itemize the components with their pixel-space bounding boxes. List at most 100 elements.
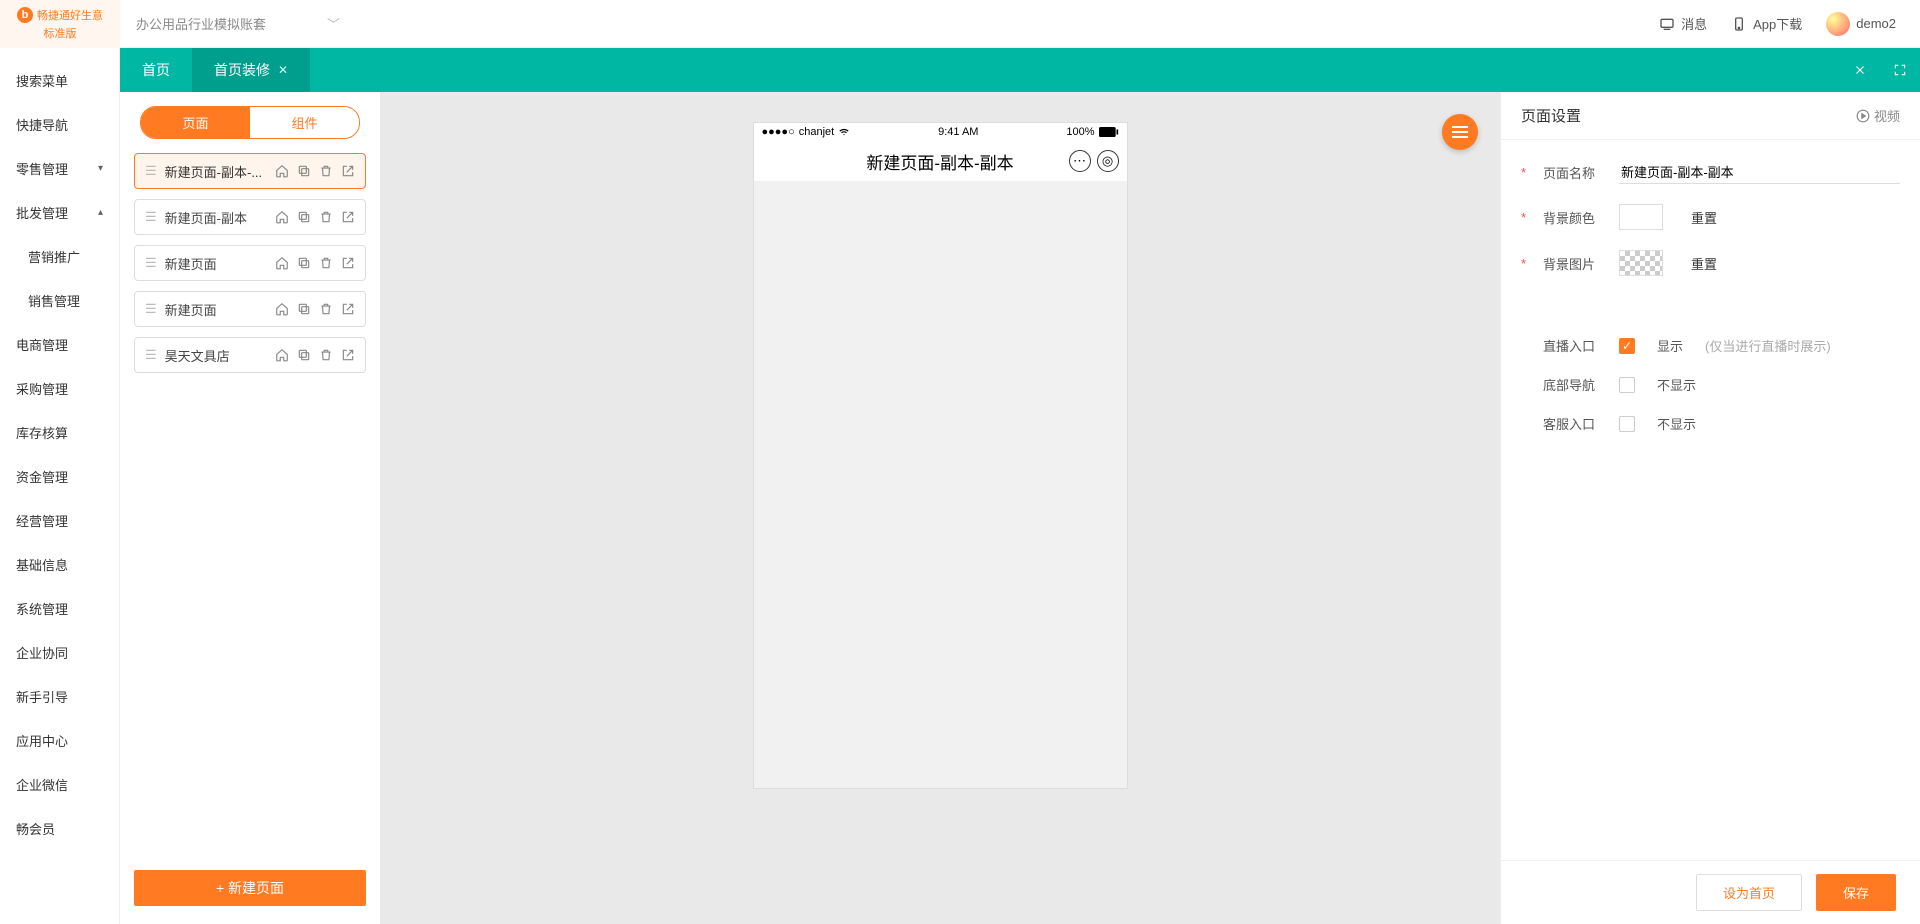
required-mark: * [1521, 165, 1527, 180]
home-icon[interactable] [275, 256, 289, 270]
nav-item-零售管理[interactable]: 零售管理▾ [0, 146, 119, 190]
seg-components[interactable]: 组件 [250, 107, 359, 138]
bg-color-reset[interactable]: 重置 [1691, 208, 1717, 227]
copy-icon[interactable] [297, 348, 311, 362]
field-bottom-nav: * 底部导航 不显示 [1521, 375, 1900, 394]
close-icon[interactable]: ✕ [278, 63, 288, 77]
delete-icon[interactable] [319, 210, 333, 224]
drag-handle-icon[interactable]: ☰ [145, 347, 157, 363]
home-icon[interactable] [275, 210, 289, 224]
share-icon[interactable] [341, 256, 355, 270]
drag-handle-icon[interactable]: ☰ [145, 209, 157, 225]
page-item[interactable]: ☰新建页面-副本 [134, 199, 366, 235]
copy-icon[interactable] [297, 302, 311, 316]
delete-icon[interactable] [319, 256, 333, 270]
nav-item-库存核算[interactable]: 库存核算 [0, 410, 119, 454]
seg-pages[interactable]: 页面 [141, 107, 250, 138]
set-home-button[interactable]: 设为首页 [1696, 874, 1802, 911]
home-icon[interactable] [275, 302, 289, 316]
nav-item-快捷导航[interactable]: 快捷导航 [0, 102, 119, 146]
page-item[interactable]: ☰昊天文具店 [134, 337, 366, 373]
nav-item-营销推广[interactable]: 营销推广 [0, 234, 119, 278]
phone-nav-bar: 新建页面-副本-副本 ⋯ ◎ [754, 141, 1127, 181]
fullscreen-button[interactable] [1880, 48, 1920, 92]
page-item-actions [275, 256, 355, 270]
nav-item-企业协同[interactable]: 企业协同 [0, 630, 119, 674]
nav-item-label: 批发管理 [16, 203, 68, 222]
nav-item-label: 企业微信 [16, 775, 68, 794]
nav-item-label: 系统管理 [16, 599, 68, 618]
video-link[interactable]: 视频 [1856, 106, 1900, 125]
nav-item-资金管理[interactable]: 资金管理 [0, 454, 119, 498]
bottom-nav-checkbox[interactable] [1619, 377, 1635, 393]
phone-status-bar: ●●●●○ chanjet 9:41 AM 100% [754, 123, 1127, 141]
user-menu[interactable]: demo2 [1826, 12, 1896, 36]
drag-handle-icon[interactable]: ☰ [145, 301, 157, 317]
page-name-input[interactable] [1619, 160, 1900, 184]
nav-item-搜索菜单[interactable]: 搜索菜单 [0, 58, 119, 102]
live-entry-checkbox[interactable]: ✓ [1619, 338, 1635, 354]
share-icon[interactable] [341, 164, 355, 178]
home-icon[interactable] [275, 348, 289, 362]
live-entry-label: 直播入口 [1543, 336, 1603, 355]
nav-item-应用中心[interactable]: 应用中心 [0, 718, 119, 762]
page-item-actions [275, 348, 355, 362]
video-link-label: 视频 [1874, 106, 1900, 125]
bg-color-swatch[interactable] [1619, 204, 1663, 230]
save-button[interactable]: 保存 [1816, 874, 1896, 911]
nav-item-经营管理[interactable]: 经营管理 [0, 498, 119, 542]
nav-item-销售管理[interactable]: 销售管理 [0, 278, 119, 322]
page-item-name: 新建页面 [165, 254, 267, 273]
nav-item-系统管理[interactable]: 系统管理 [0, 586, 119, 630]
nav-item-label: 快捷导航 [16, 115, 68, 134]
chevron-down-icon: ﹀ [327, 14, 340, 33]
share-icon[interactable] [341, 210, 355, 224]
floating-menu-button[interactable] [1442, 114, 1478, 150]
close-all-tabs-button[interactable] [1840, 48, 1880, 92]
brand-logo[interactable]: b 畅捷通好生意 标准版 [0, 0, 120, 48]
kefu-checkbox[interactable] [1619, 416, 1635, 432]
nav-item-畅会员[interactable]: 畅会员 [0, 806, 119, 850]
nav-item-基础信息[interactable]: 基础信息 [0, 542, 119, 586]
home-icon[interactable] [275, 164, 289, 178]
tab-label: 首页 [142, 60, 170, 80]
page-item[interactable]: ☰ 新建页面 [134, 291, 366, 327]
account-selector-label: 办公用品行业模拟账套 [136, 14, 266, 33]
page-item[interactable]: ☰新建页面-副本-... [134, 153, 366, 189]
page-item-name: 新建页面 [165, 300, 267, 319]
nav-item-label: 销售管理 [28, 291, 80, 310]
delete-icon[interactable] [319, 164, 333, 178]
field-bg-image: * 背景图片 重置 [1521, 250, 1900, 276]
live-entry-show-label: 显示 [1657, 336, 1683, 355]
wifi-icon [838, 127, 850, 137]
drag-handle-icon[interactable]: ☰ [145, 163, 157, 179]
left-nav: 搜索菜单快捷导航零售管理▾批发管理▴营销推广销售管理电商管理采购管理库存核算资金… [0, 48, 120, 924]
delete-icon[interactable] [319, 302, 333, 316]
share-icon[interactable] [341, 348, 355, 362]
messages-button[interactable]: 消息 [1659, 14, 1707, 33]
nav-item-新手引导[interactable]: 新手引导 [0, 674, 119, 718]
tab-首页装修[interactable]: 首页装修✕ [192, 48, 310, 92]
nav-item-批发管理[interactable]: 批发管理▴ [0, 190, 119, 234]
field-live-entry: * 直播入口 ✓ 显示 (仅当进行直播时展示) [1521, 336, 1900, 355]
new-page-button[interactable]: + 新建页面 [134, 870, 366, 906]
copy-icon[interactable] [297, 256, 311, 270]
phone-time: 9:41 AM [938, 126, 978, 138]
bg-image-reset[interactable]: 重置 [1691, 254, 1717, 273]
copy-icon[interactable] [297, 164, 311, 178]
nav-item-采购管理[interactable]: 采购管理 [0, 366, 119, 410]
copy-icon[interactable] [297, 210, 311, 224]
tab-首页[interactable]: 首页 [120, 48, 192, 92]
bg-image-swatch[interactable] [1619, 250, 1663, 276]
drag-handle-icon[interactable]: ☰ [145, 255, 157, 271]
delete-icon[interactable] [319, 348, 333, 362]
page-item[interactable]: ☰ 新建页面 [134, 245, 366, 281]
nav-item-企业微信[interactable]: 企业微信 [0, 762, 119, 806]
nav-item-label: 经营管理 [16, 511, 68, 530]
required-mark: * [1521, 256, 1527, 271]
account-selector[interactable]: 办公用品行业模拟账套 ﹀ [120, 14, 360, 33]
share-icon[interactable] [341, 302, 355, 316]
app-download-button[interactable]: App下载 [1731, 14, 1802, 33]
live-entry-hint: (仅当进行直播时展示) [1705, 336, 1831, 355]
nav-item-电商管理[interactable]: 电商管理 [0, 322, 119, 366]
